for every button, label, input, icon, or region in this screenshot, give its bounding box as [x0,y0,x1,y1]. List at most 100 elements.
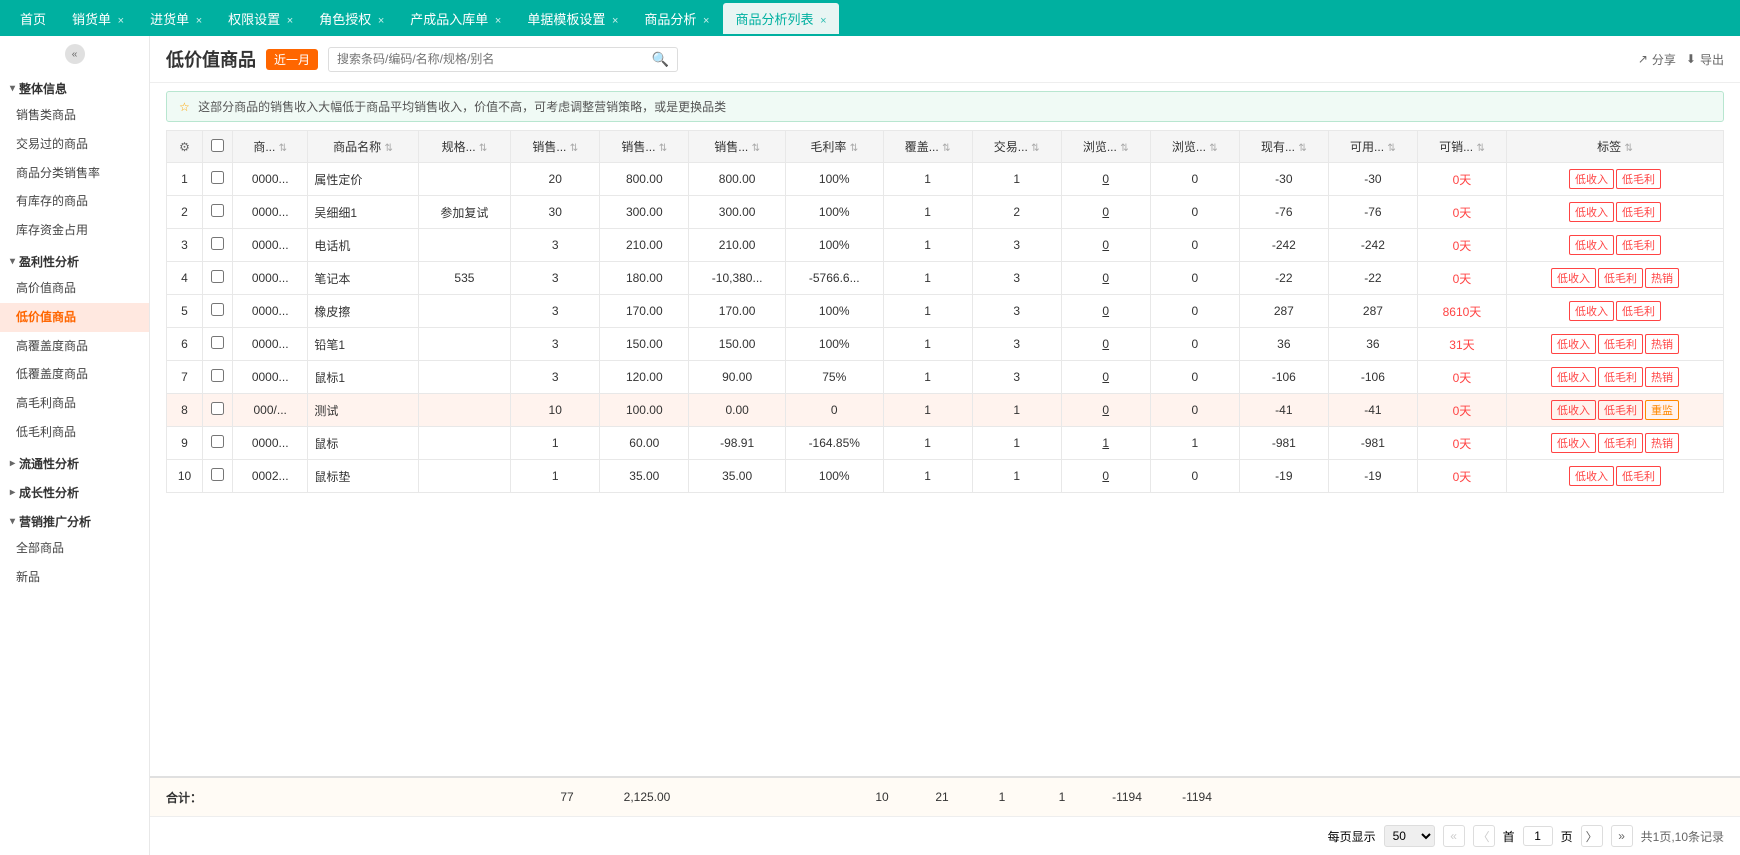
view1-link[interactable]: 0 [1102,304,1109,318]
row-checkbox[interactable] [211,336,224,349]
view1-link[interactable]: 1 [1102,436,1109,450]
header-coverage[interactable]: 覆盖... ⇅ [883,131,972,163]
cell-checkbox[interactable] [203,361,233,394]
cell-checkbox[interactable] [203,196,233,229]
header-sales-qty[interactable]: 销售... ⇅ [511,131,600,163]
cell-checkbox[interactable] [203,262,233,295]
next-page-btn[interactable]: 〉 [1581,825,1603,847]
sidebar-item-sales-products[interactable]: 销售类商品 [0,101,149,130]
share-button[interactable]: ↗ 分享 [1638,51,1676,68]
search-input[interactable] [337,52,647,66]
view1-link[interactable]: 0 [1102,205,1109,219]
settings-icon[interactable]: ⚙ [179,140,190,154]
row-checkbox[interactable] [211,402,224,415]
nav-product-analysis-list[interactable]: 商品分析列表 × [723,3,838,34]
table-container[interactable]: ⚙ 商... ⇅ 商品名称 ⇅ 规格... ⇅ 销售... ⇅ 销售... ⇅ … [150,130,1740,776]
row-checkbox[interactable] [211,468,224,481]
header-code[interactable]: 商... ⇅ [233,131,308,163]
sidebar-item-low-coverage[interactable]: 低覆盖度商品 [0,360,149,389]
search-icon[interactable]: 🔍 [652,51,669,68]
nav-sales-order[interactable]: 销货单 × [60,3,136,34]
cell-checkbox[interactable] [203,460,233,493]
nav-purchase-order[interactable]: 进货单 × [138,3,214,34]
sidebar-item-traded-products[interactable]: 交易过的商品 [0,130,149,159]
header-settings[interactable]: ⚙ [167,131,203,163]
cell-view1[interactable]: 0 [1061,295,1150,328]
cell-checkbox[interactable] [203,394,233,427]
nav-product-stock[interactable]: 产成品入库单 × [398,3,513,34]
sidebar-group-marketing[interactable]: ▾ 营销推广分析 [0,505,149,534]
cell-view1[interactable]: 0 [1061,163,1150,196]
date-badge[interactable]: 近一月 [266,49,318,70]
view1-link[interactable]: 0 [1102,172,1109,186]
nav-purchase-order-close[interactable]: × [196,15,202,27]
view1-link[interactable]: 0 [1102,337,1109,351]
sidebar-item-all-products[interactable]: 全部商品 [0,534,149,563]
nav-role-auth[interactable]: 角色授权 × [307,3,396,34]
select-all-checkbox[interactable] [211,139,224,152]
cell-view1[interactable]: 1 [1061,427,1150,460]
cell-view1[interactable]: 0 [1061,460,1150,493]
export-button[interactable]: ⬇ 导出 [1686,51,1724,68]
header-sales-amount[interactable]: 销售... ⇅ [600,131,689,163]
cell-view1[interactable]: 0 [1061,262,1150,295]
sidebar-item-category-sales-rate[interactable]: 商品分类销售率 [0,159,149,188]
header-checkbox[interactable] [203,131,233,163]
cell-view1[interactable]: 0 [1061,196,1150,229]
sidebar-item-high-coverage[interactable]: 高覆盖度商品 [0,332,149,361]
nav-permissions-close[interactable]: × [287,15,293,27]
nav-product-analysis[interactable]: 商品分析 × [632,3,721,34]
sidebar-group-growth[interactable]: ▸ 成长性分析 [0,476,149,505]
header-view1[interactable]: 浏览... ⇅ [1061,131,1150,163]
sidebar-item-high-value[interactable]: 高价值商品 [0,274,149,303]
header-available-stock[interactable]: 可用... ⇅ [1328,131,1417,163]
cell-view1[interactable]: 0 [1061,361,1150,394]
row-checkbox[interactable] [211,237,224,250]
view1-link[interactable]: 0 [1102,403,1109,417]
sidebar-group-overall[interactable]: ▾ 整体信息 [0,72,149,101]
header-view2[interactable]: 浏览... ⇅ [1150,131,1239,163]
cell-checkbox[interactable] [203,163,233,196]
header-tags[interactable]: 标签 ⇅ [1507,131,1724,163]
first-page-btn[interactable]: « [1443,825,1465,847]
row-checkbox[interactable] [211,303,224,316]
nav-sales-order-close[interactable]: × [118,15,124,27]
cell-view1[interactable]: 0 [1061,229,1150,262]
nav-template-settings[interactable]: 单据模板设置 × [515,3,630,34]
cell-checkbox[interactable] [203,229,233,262]
nav-product-analysis-list-close[interactable]: × [820,15,826,27]
view1-link[interactable]: 0 [1102,271,1109,285]
cell-checkbox[interactable] [203,427,233,460]
prev-page-btn[interactable]: 〈 [1473,825,1495,847]
sidebar-item-low-value[interactable]: 低价值商品 [0,303,149,332]
cell-checkbox[interactable] [203,295,233,328]
nav-home[interactable]: 首页 [8,3,58,34]
nav-product-stock-close[interactable]: × [495,15,501,27]
view1-link[interactable]: 0 [1102,238,1109,252]
row-checkbox[interactable] [211,369,224,382]
page-number-input[interactable] [1523,826,1553,846]
view1-link[interactable]: 0 [1102,469,1109,483]
cell-view1[interactable]: 0 [1061,328,1150,361]
sidebar-item-stock-capital[interactable]: 库存资金占用 [0,216,149,245]
sidebar-item-high-margin[interactable]: 高毛利商品 [0,389,149,418]
sidebar-group-flow[interactable]: ▸ 流通性分析 [0,447,149,476]
nav-permissions[interactable]: 权限设置 × [216,3,305,34]
row-checkbox[interactable] [211,171,224,184]
last-page-btn[interactable]: » [1611,825,1633,847]
sidebar-group-profitability[interactable]: ▾ 盈利性分析 [0,245,149,274]
view1-link[interactable]: 0 [1102,370,1109,384]
sidebar-collapse-btn[interactable]: « [65,44,85,64]
nav-product-analysis-close[interactable]: × [703,15,709,27]
sidebar-item-new-products[interactable]: 新品 [0,563,149,592]
nav-template-settings-close[interactable]: × [612,15,618,27]
cell-checkbox[interactable] [203,328,233,361]
row-checkbox[interactable] [211,204,224,217]
nav-role-auth-close[interactable]: × [378,15,384,27]
page-size-select[interactable]: 50 100 200 [1384,825,1435,847]
header-name[interactable]: 商品名称 ⇅ [308,131,418,163]
header-transaction[interactable]: 交易... ⇅ [972,131,1061,163]
sidebar-item-low-margin[interactable]: 低毛利商品 [0,418,149,447]
header-saleable[interactable]: 可销... ⇅ [1417,131,1506,163]
row-checkbox[interactable] [211,435,224,448]
